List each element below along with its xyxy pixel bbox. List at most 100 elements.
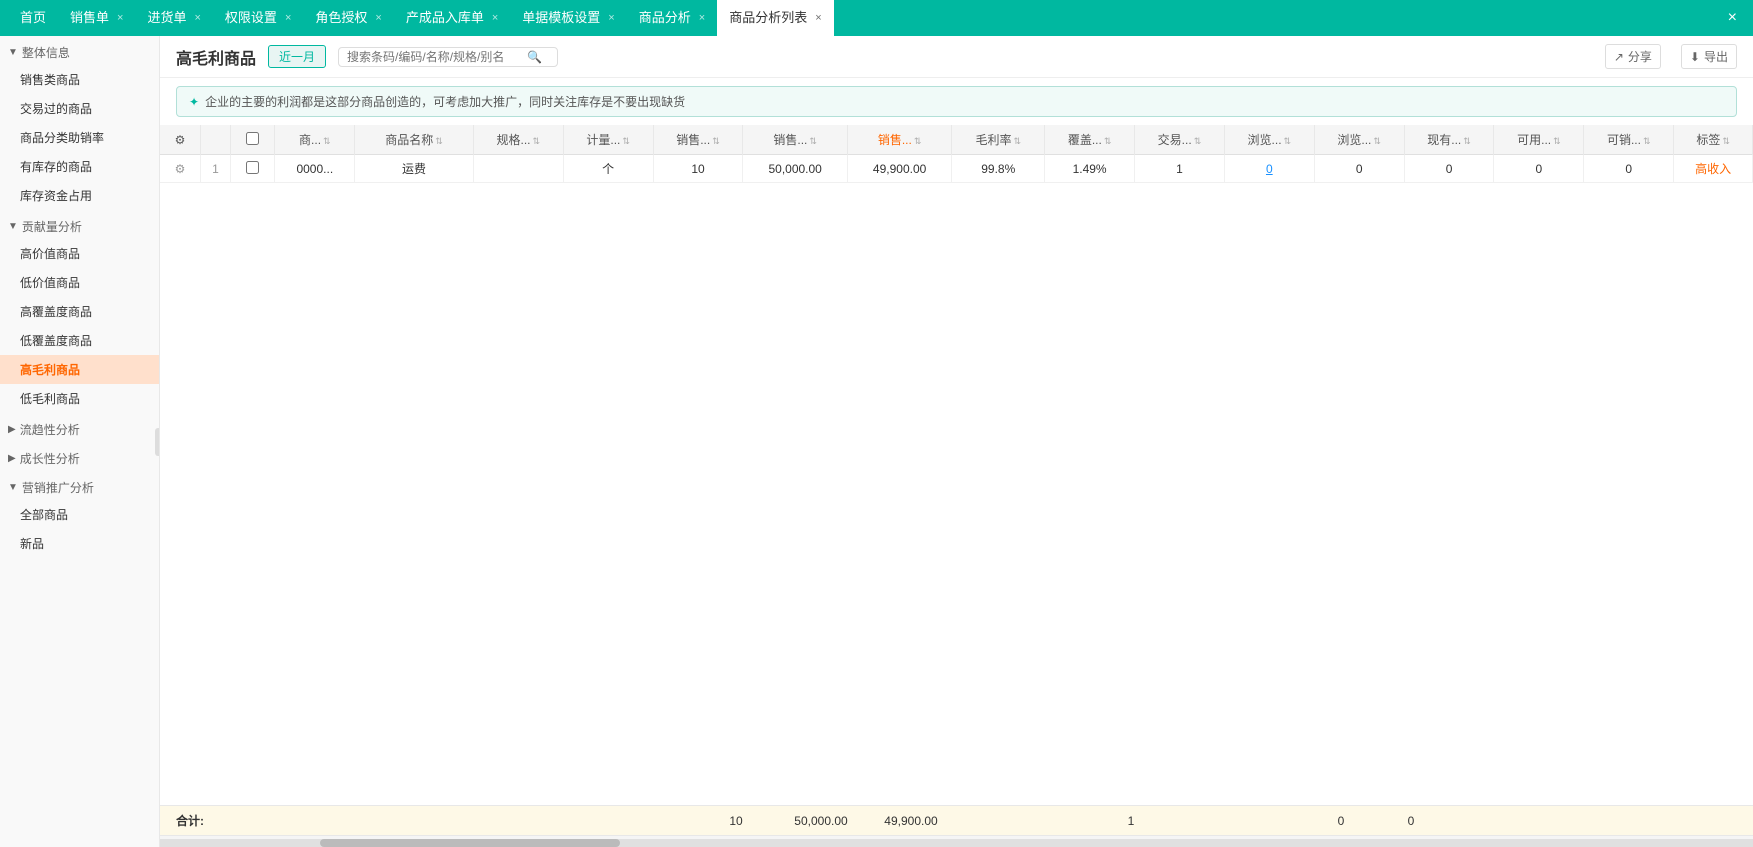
sidebar-item-category-rate[interactable]: 商品分类助销率 xyxy=(0,123,159,152)
chevron-down-icon: ▼ xyxy=(8,47,18,58)
row-checkbox-cell[interactable] xyxy=(230,155,275,183)
close-permission-tab[interactable]: × xyxy=(285,0,291,36)
sidebar-item-high-value[interactable]: 高价值商品 xyxy=(0,239,159,268)
col-checkbox[interactable] xyxy=(230,125,275,155)
col-spec[interactable]: 规格...⇅ xyxy=(473,125,563,155)
col-browse2[interactable]: 浏览...⇅ xyxy=(1314,125,1404,155)
horizontal-scrollbar[interactable] xyxy=(160,835,1753,847)
row-browse1[interactable]: 0 xyxy=(1224,155,1314,183)
col-current[interactable]: 现有...⇅ xyxy=(1404,125,1494,155)
col-index xyxy=(200,125,230,155)
sidebar-item-stock-capital[interactable]: 库存资金占用 xyxy=(0,181,159,210)
sidebar-group-trend[interactable]: ▶ 流趋性分析 xyxy=(0,413,159,442)
close-inbound-tab[interactable]: × xyxy=(492,0,498,36)
row-browse2: 0 xyxy=(1314,155,1404,183)
chevron-down-icon-2: ▼ xyxy=(8,221,18,232)
sidebar-group-contribution[interactable]: ▼ 贡献量分析 xyxy=(0,210,159,239)
total-current: 0 xyxy=(1306,814,1376,828)
row-name: 运费 xyxy=(355,155,474,183)
nav-sales-order[interactable]: 销售单 × xyxy=(58,0,135,36)
close-analysis-tab[interactable]: × xyxy=(699,0,705,36)
col-available[interactable]: 可用...⇅ xyxy=(1494,125,1584,155)
content-header: 高毛利商品 近一月 🔍 ↗ 分享 ⬇ 导出 xyxy=(160,36,1753,78)
export-button[interactable]: ⬇ 导出 xyxy=(1681,44,1737,69)
col-coverage[interactable]: 覆盖...⇅ xyxy=(1045,125,1135,155)
share-button[interactable]: ↗ 分享 xyxy=(1605,44,1661,69)
sidebar-item-low-margin[interactable]: 低毛利商品 xyxy=(0,384,159,413)
row-current: 0 xyxy=(1404,155,1494,183)
page-title: 高毛利商品 xyxy=(176,45,256,69)
row-unit: 个 xyxy=(563,155,653,183)
sidebar-group-growth[interactable]: ▶ 成长性分析 xyxy=(0,442,159,471)
col-gross-rate[interactable]: 毛利率⇅ xyxy=(952,125,1045,155)
row-code: 0000... xyxy=(275,155,355,183)
close-analysis-list-tab[interactable]: × xyxy=(815,0,821,36)
nav-purchase-order[interactable]: 进货单 × xyxy=(135,0,212,36)
sidebar: 《 ▼ 整体信息 销售类商品 交易过的商品 商品分类助销率 有库存的商品 库存资… xyxy=(0,36,160,847)
sidebar-item-low-coverage[interactable]: 低覆盖度商品 xyxy=(0,326,159,355)
sidebar-item-high-margin[interactable]: 高毛利商品 xyxy=(0,355,159,384)
browse1-link[interactable]: 0 xyxy=(1266,162,1273,176)
col-sale-profit[interactable]: 销售...⇅ xyxy=(847,125,951,155)
col-saleable[interactable]: 可销...⇅ xyxy=(1584,125,1674,155)
row-tag: 高收入 xyxy=(1674,155,1753,183)
select-all-checkbox[interactable] xyxy=(246,132,259,145)
table-row: ⚙ 1 0000... 运费 个 10 50,000.00 49,900.00 … xyxy=(160,155,1753,183)
sidebar-collapse-button[interactable]: 《 xyxy=(155,428,160,456)
row-coverage: 1.49% xyxy=(1045,155,1135,183)
table-header-row: ⚙ 商...⇅ 商品名称⇅ 规格...⇅ 计量...⇅ 销售...⇅ 销售...… xyxy=(160,125,1753,155)
sidebar-item-traded-goods[interactable]: 交易过的商品 xyxy=(0,94,159,123)
col-tag[interactable]: 标签⇅ xyxy=(1674,125,1753,155)
total-transaction: 1 xyxy=(1096,814,1166,828)
close-sales-order-tab[interactable]: × xyxy=(117,0,123,36)
nav-product-analysis-list[interactable]: 商品分析列表 × xyxy=(717,0,833,36)
nav-role-auth[interactable]: 角色授权 × xyxy=(303,0,393,36)
nav-home[interactable]: 首页 xyxy=(8,0,58,36)
col-browse1[interactable]: 浏览...⇅ xyxy=(1224,125,1314,155)
sidebar-item-all-goods[interactable]: 全部商品 xyxy=(0,500,159,529)
main-layout: 《 ▼ 整体信息 销售类商品 交易过的商品 商品分类助销率 有库存的商品 库存资… xyxy=(0,36,1753,847)
col-unit[interactable]: 计量...⇅ xyxy=(563,125,653,155)
sidebar-item-in-stock[interactable]: 有库存的商品 xyxy=(0,152,159,181)
sidebar-group-overall[interactable]: ▼ 整体信息 xyxy=(0,36,159,65)
scrollbar-thumb[interactable] xyxy=(320,839,620,847)
row-sale-profit: 49,900.00 xyxy=(847,155,951,183)
window-close-button[interactable]: × xyxy=(1720,9,1745,27)
row-checkbox[interactable] xyxy=(246,161,259,174)
nav-template-settings[interactable]: 单据模板设置 × xyxy=(510,0,626,36)
sidebar-group-marketing[interactable]: ▼ 营销推广分析 xyxy=(0,471,159,500)
col-code[interactable]: 商...⇅ xyxy=(275,125,355,155)
search-input[interactable] xyxy=(347,50,527,64)
date-range-button[interactable]: 近一月 xyxy=(268,45,326,68)
total-label: 合计: xyxy=(176,814,204,828)
nav-product-analysis[interactable]: 商品分析 × xyxy=(627,0,717,36)
close-purchase-order-tab[interactable]: × xyxy=(194,0,200,36)
row-sale-amount: 50,000.00 xyxy=(743,155,847,183)
scrollbar-track xyxy=(160,839,1753,847)
export-icon: ⬇ xyxy=(1690,50,1700,64)
col-transaction[interactable]: 交易...⇅ xyxy=(1135,125,1225,155)
row-available: 0 xyxy=(1494,155,1584,183)
chevron-right-icon: ▶ xyxy=(8,424,16,435)
col-sale-qty[interactable]: 销售...⇅ xyxy=(653,125,743,155)
share-icon: ↗ xyxy=(1614,50,1624,64)
col-sale-amount[interactable]: 销售...⇅ xyxy=(743,125,847,155)
col-name[interactable]: 商品名称⇅ xyxy=(355,125,474,155)
chevron-right-icon-2: ▶ xyxy=(8,453,16,464)
close-template-tab[interactable]: × xyxy=(608,0,614,36)
search-icon[interactable]: 🔍 xyxy=(527,50,542,64)
nav-permission-settings[interactable]: 权限设置 × xyxy=(213,0,303,36)
top-navigation: 首页 销售单 × 进货单 × 权限设置 × 角色授权 × 产成品入库单 × 单据… xyxy=(0,0,1753,36)
content-area: 高毛利商品 近一月 🔍 ↗ 分享 ⬇ 导出 ✦ 企业的主要的利润都是这部分商品创… xyxy=(160,36,1753,847)
total-sale-amount: 50,000.00 xyxy=(776,814,866,828)
row-gross-rate: 99.8% xyxy=(952,155,1045,183)
search-box: 🔍 xyxy=(338,47,558,67)
close-role-tab[interactable]: × xyxy=(375,0,381,36)
col-settings[interactable]: ⚙ xyxy=(160,125,200,155)
info-icon: ✦ xyxy=(189,95,199,109)
sidebar-item-sales-goods[interactable]: 销售类商品 xyxy=(0,65,159,94)
sidebar-item-high-coverage[interactable]: 高覆盖度商品 xyxy=(0,297,159,326)
sidebar-item-new-goods[interactable]: 新品 xyxy=(0,529,159,558)
sidebar-item-low-value[interactable]: 低价值商品 xyxy=(0,268,159,297)
nav-product-inbound[interactable]: 产成品入库单 × xyxy=(394,0,510,36)
